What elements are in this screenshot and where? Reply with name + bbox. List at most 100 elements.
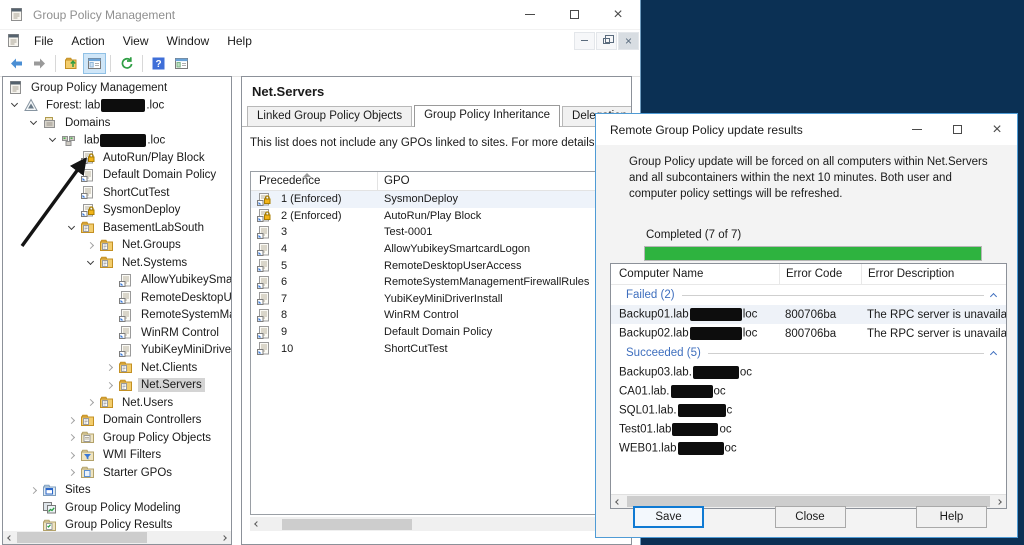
result-row[interactable]: WEB01.lab oc (611, 439, 1006, 458)
mdi-close-button[interactable]: × (618, 31, 639, 50)
result-group-succeeded-5-[interactable]: Succeeded (5) (611, 343, 1006, 363)
menu-window[interactable]: Window (158, 31, 219, 51)
tree-item-starter-gpos[interactable]: Starter GPOs (3, 464, 231, 482)
chevron-expanded-icon[interactable] (64, 222, 79, 230)
column-error-code[interactable]: Error Code (779, 264, 861, 284)
console-tree-icon[interactable] (83, 53, 106, 74)
gpo-row[interactable]: 3 Test-0001 (251, 224, 631, 241)
tree-item-net-clients[interactable]: Net.Clients (3, 359, 231, 377)
menu-file[interactable]: File (25, 31, 62, 51)
mdi-restore-button[interactable] (596, 31, 617, 50)
collapse-group-icon[interactable] (989, 350, 998, 358)
close-button[interactable]: × (596, 0, 640, 29)
gpo-row[interactable]: 6 RemoteSystemManagementFirewallRules (251, 274, 631, 291)
refresh-icon[interactable] (115, 53, 138, 74)
gpo-row[interactable]: 5 RemoteDesktopUserAccess (251, 257, 631, 274)
tree-item-wmi-filters[interactable]: WMI Filters (3, 447, 231, 465)
results-horizontal-scrollbar[interactable] (250, 517, 631, 531)
dialog-minimize-button[interactable] (897, 114, 937, 145)
tree-item-default-domain-policy[interactable]: Default Domain Policy (3, 167, 231, 185)
chevron-collapsed-icon[interactable] (102, 381, 117, 389)
mdi-minimize-button[interactable] (574, 31, 595, 50)
tree-horizontal-scrollbar[interactable] (3, 531, 231, 544)
tree-item-domains[interactable]: Domains (3, 114, 231, 132)
dialog-close-button[interactable]: × (977, 114, 1017, 145)
dialog-maximize-button[interactable] (937, 114, 977, 145)
result-row[interactable]: Backup03.lab. oc (611, 363, 1006, 382)
gpo-row[interactable]: 4 AllowYubikeySmartcardLogon (251, 241, 631, 258)
gpo-row[interactable]: 9 Default Domain Policy (251, 324, 631, 341)
result-row[interactable]: Backup01.lab loc 800706ba The RPC server is… (611, 305, 1006, 324)
tree-item-net-users[interactable]: Net.Users (3, 394, 231, 412)
tree-item-net-servers[interactable]: Net.Servers (3, 377, 231, 395)
tree-item-net-systems[interactable]: Net.Systems (3, 254, 231, 272)
help-icon[interactable]: ? (147, 53, 170, 74)
tree-item-autorun-play-block[interactable]: AutoRun/Play Block (3, 149, 231, 167)
tree-item-allowyubikeysmart[interactable]: AllowYubikeySmart (3, 272, 231, 290)
tree-item-group-policy-management[interactable]: Group Policy Management (3, 79, 231, 97)
result-row[interactable]: Test01.lab oc (611, 420, 1006, 439)
tab-group-policy-inheritance[interactable]: Group Policy Inheritance (414, 105, 561, 127)
column-error-description[interactable]: Error Description (861, 264, 1006, 284)
column-precedence[interactable]: Precedence (251, 172, 378, 190)
gpo-row[interactable]: 2 (Enforced) AutoRun/Play Block (251, 208, 631, 225)
chevron-collapsed-icon[interactable] (83, 399, 98, 407)
tree-item-sites[interactable]: Sites (3, 482, 231, 500)
scroll-left-icon[interactable] (611, 495, 625, 508)
gpo-row[interactable]: 7 YubiKeyMiniDriverInstall (251, 291, 631, 308)
result-row[interactable]: CA01.lab. oc (611, 382, 1006, 401)
result-row[interactable]: SQL01.lab. c (611, 401, 1006, 420)
tree-item-sysmondeploy[interactable]: SysmonDeploy (3, 202, 231, 220)
menu-action[interactable]: Action (62, 31, 113, 51)
tree-item-remotedesktopuse[interactable]: RemoteDesktopUse (3, 289, 231, 307)
chevron-collapsed-icon[interactable] (64, 469, 79, 477)
tree-item-remotesystemmar[interactable]: RemoteSystemMar (3, 307, 231, 325)
tree-item-shortcuttest[interactable]: ShortCutTest (3, 184, 231, 202)
gpo-row[interactable]: 8 WinRM Control (251, 307, 631, 324)
chevron-collapsed-icon[interactable] (102, 364, 117, 372)
tree-item-basementlabsouth[interactable]: BasementLabSouth (3, 219, 231, 237)
chevron-expanded-icon[interactable] (7, 100, 22, 108)
column-gpo[interactable]: GPO (378, 175, 631, 187)
close-button[interactable]: Close (774, 506, 846, 528)
chevron-collapsed-icon[interactable] (26, 486, 41, 494)
tree-item-yubikeyminidriveri[interactable]: YubiKeyMiniDriverI (3, 342, 231, 360)
tree-item-lab[interactable]: lab .loc (3, 132, 231, 150)
export-list-icon[interactable] (60, 53, 83, 74)
new-window-icon[interactable] (170, 53, 193, 74)
minimize-button[interactable] (508, 0, 552, 29)
scroll-thumb[interactable] (17, 532, 147, 543)
tab-linked-group-policy-objects[interactable]: Linked Group Policy Objects (247, 106, 413, 126)
menu-view[interactable]: View (114, 31, 158, 51)
tree-item-net-groups[interactable]: Net.Groups (3, 237, 231, 255)
tree-item-group-policy-modeling[interactable]: Group Policy Modeling (3, 499, 231, 517)
gpo-row[interactable]: 10 ShortCutTest (251, 340, 631, 357)
scroll-right-icon[interactable] (217, 531, 231, 544)
scroll-left-icon[interactable] (3, 531, 17, 544)
forward-icon[interactable] (28, 53, 51, 74)
tree-item-forest-lab[interactable]: Forest: lab .loc (3, 97, 231, 115)
result-row[interactable]: Backup02.lab loc 800706ba The RPC server is… (611, 324, 1006, 343)
back-icon[interactable] (5, 53, 28, 74)
chevron-collapsed-icon[interactable] (64, 434, 79, 442)
scroll-thumb[interactable] (282, 518, 412, 530)
chevron-collapsed-icon[interactable] (64, 416, 79, 424)
gpo-row[interactable]: 1 (Enforced) SysmonDeploy (251, 191, 631, 208)
tree-item-group-policy-objects[interactable]: Group Policy Objects (3, 429, 231, 447)
chevron-collapsed-icon[interactable] (83, 241, 98, 249)
result-group-failed-2-[interactable]: Failed (2) (611, 285, 1006, 305)
chevron-collapsed-icon[interactable] (64, 451, 79, 459)
chevron-expanded-icon[interactable] (83, 257, 98, 265)
save-button[interactable]: Save (633, 506, 704, 528)
help-button[interactable]: Help (916, 506, 987, 528)
scroll-right-icon[interactable] (992, 495, 1006, 508)
menu-help[interactable]: Help (218, 31, 261, 51)
tree-item-winrm-control[interactable]: WinRM Control (3, 324, 231, 342)
scroll-left-icon[interactable] (250, 518, 264, 531)
maximize-button[interactable] (552, 0, 596, 29)
column-computer-name[interactable]: Computer Name (611, 268, 779, 280)
chevron-expanded-icon[interactable] (26, 117, 41, 125)
chevron-expanded-icon[interactable] (45, 135, 60, 143)
collapse-group-icon[interactable] (989, 292, 998, 300)
tree-item-domain-controllers[interactable]: Domain Controllers (3, 412, 231, 430)
